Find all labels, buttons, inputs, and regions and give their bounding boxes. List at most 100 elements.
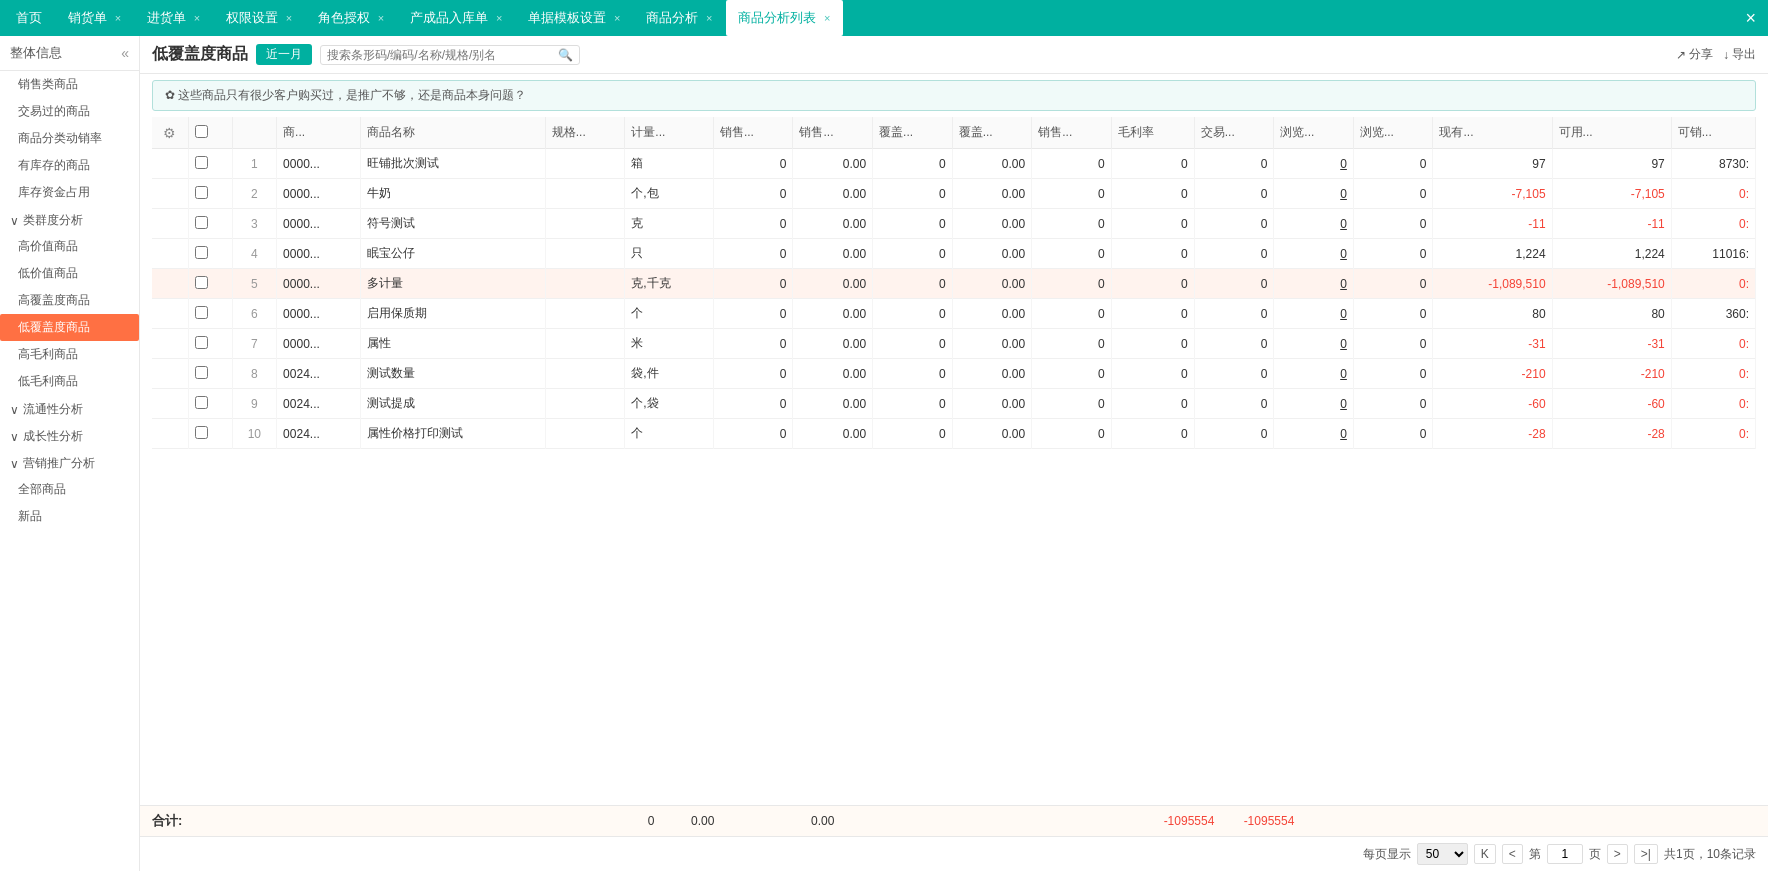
nav-permissions[interactable]: 权限设置 ×	[214, 0, 304, 36]
nav-purchase[interactable]: 进货单 ×	[135, 0, 212, 36]
export-button[interactable]: ↓ 导出	[1723, 46, 1756, 63]
per-page-select[interactable]: 20 50 100	[1417, 843, 1468, 865]
row-checkbox[interactable]	[195, 216, 208, 229]
row-settings	[152, 179, 188, 209]
settings-icon[interactable]: ⚙	[163, 125, 176, 141]
nav-analysis[interactable]: 商品分析 ×	[634, 0, 724, 36]
nav-analysis-list[interactable]: 商品分析列表 ×	[726, 0, 842, 36]
sidebar-item-high-margin[interactable]: 高毛利商品	[0, 341, 139, 368]
nav-sales-close[interactable]: ×	[115, 12, 121, 24]
row-checkbox[interactable]	[195, 276, 208, 289]
nav-sales[interactable]: 销货单 ×	[56, 0, 133, 36]
nav-template[interactable]: 单据模板设置 ×	[516, 0, 632, 36]
nav-warehouse[interactable]: 产成品入库单 ×	[398, 0, 514, 36]
row-b1[interactable]: 0	[1274, 179, 1354, 209]
sidebar-item-high-value[interactable]: 高价值商品	[0, 233, 139, 260]
row-b1[interactable]: 0	[1274, 299, 1354, 329]
total-s2: 0.00	[660, 814, 720, 828]
sidebar-item-low-margin[interactable]: 低毛利商品	[0, 368, 139, 395]
row-b1[interactable]: 0	[1274, 269, 1354, 299]
row-stock2: -1,089,510	[1552, 269, 1671, 299]
row-b1[interactable]: 0	[1274, 359, 1354, 389]
sidebar-item-traded-goods[interactable]: 交易过的商品	[0, 98, 139, 125]
table-row: 2 0000... 牛奶 个,包 0 0.00 0 0.00 0 0 0 0 0…	[152, 179, 1756, 209]
sidebar-item-new-goods[interactable]: 新品	[0, 503, 139, 530]
col-settings[interactable]: ⚙	[152, 117, 188, 149]
last-page-button[interactable]: >|	[1634, 844, 1658, 864]
row-b1[interactable]: 0	[1274, 149, 1354, 179]
row-c2: 0.00	[952, 209, 1032, 239]
row-code: 0000...	[277, 269, 361, 299]
liquidity-expand-icon: ∨	[10, 403, 19, 417]
per-page-label: 每页显示	[1363, 846, 1411, 863]
nav-ana-close[interactable]: ×	[706, 12, 712, 24]
sidebar-item-high-coverage[interactable]: 高覆盖度商品	[0, 287, 139, 314]
growth-expand-icon: ∨	[10, 430, 19, 444]
row-s1: 0	[713, 359, 793, 389]
window-close-button[interactable]: ×	[1737, 8, 1764, 29]
nav-analist-close[interactable]: ×	[824, 12, 830, 24]
row-checkbox[interactable]	[195, 306, 208, 319]
nav-role[interactable]: 角色授权 ×	[306, 0, 396, 36]
sidebar-section-liquidity[interactable]: ∨ 流通性分析	[0, 395, 139, 422]
share-label: 分享	[1689, 46, 1713, 63]
sidebar-item-low-coverage[interactable]: 低覆盖度商品	[0, 314, 139, 341]
col-sales2: 销售...	[793, 117, 873, 149]
nav-purchase-close[interactable]: ×	[194, 12, 200, 24]
row-spec	[545, 149, 625, 179]
row-saleable: 11016:	[1671, 239, 1755, 269]
share-button[interactable]: ↗ 分享	[1676, 46, 1713, 63]
row-gross: 0	[1111, 239, 1194, 269]
search-icon[interactable]: 🔍	[558, 48, 573, 62]
sidebar-item-all-goods[interactable]: 全部商品	[0, 476, 139, 503]
nav-tpl-close[interactable]: ×	[614, 12, 620, 24]
sidebar-section-cluster[interactable]: ∨ 类群度分析	[0, 206, 139, 233]
nav-wh-close[interactable]: ×	[496, 12, 502, 24]
row-b1[interactable]: 0	[1274, 239, 1354, 269]
col-gross: 毛利率	[1111, 117, 1194, 149]
nav-home[interactable]: 首页	[4, 0, 54, 36]
page-number-input[interactable]	[1547, 844, 1583, 864]
row-checkbox[interactable]	[195, 366, 208, 379]
row-s1: 0	[713, 209, 793, 239]
row-b1[interactable]: 0	[1274, 419, 1354, 449]
next-page-button[interactable]: >	[1607, 844, 1628, 864]
row-spec	[545, 359, 625, 389]
row-checkbox[interactable]	[195, 426, 208, 439]
sidebar-section-marketing[interactable]: ∨ 营销推广分析	[0, 449, 139, 476]
sidebar-section-growth[interactable]: ∨ 成长性分析	[0, 422, 139, 449]
table-container[interactable]: ⚙ 商... 商品名称 规格... 计量... 销售... 销售... 覆盖..…	[140, 117, 1768, 805]
row-checkbox[interactable]	[195, 186, 208, 199]
search-input[interactable]	[327, 48, 554, 62]
select-all-checkbox[interactable]	[195, 125, 208, 138]
row-b1[interactable]: 0	[1274, 209, 1354, 239]
row-checkbox[interactable]	[195, 396, 208, 409]
sidebar-item-category-rate[interactable]: 商品分类动销率	[0, 125, 139, 152]
row-checkbox[interactable]	[195, 246, 208, 259]
row-s3: 0	[1032, 389, 1112, 419]
sidebar-item-stock-capital[interactable]: 库存资金占用	[0, 179, 139, 206]
row-settings	[152, 209, 188, 239]
col-browse2: 浏览...	[1353, 117, 1433, 149]
row-unit: 只	[625, 239, 714, 269]
row-stock2: -7,105	[1552, 179, 1671, 209]
sidebar-item-stocked-goods[interactable]: 有库存的商品	[0, 152, 139, 179]
sidebar-collapse-button[interactable]: «	[121, 45, 129, 61]
row-s3: 0	[1032, 329, 1112, 359]
row-saleable: 0:	[1671, 389, 1755, 419]
row-b2: 0	[1353, 359, 1433, 389]
row-b1[interactable]: 0	[1274, 389, 1354, 419]
period-button[interactable]: 近一月	[256, 44, 312, 65]
row-checkbox[interactable]	[195, 156, 208, 169]
total-s1: 0	[600, 814, 660, 828]
row-checkbox[interactable]	[195, 336, 208, 349]
nav-role-close[interactable]: ×	[378, 12, 384, 24]
row-b1[interactable]: 0	[1274, 329, 1354, 359]
row-unit: 个,包	[625, 179, 714, 209]
nav-perm-close[interactable]: ×	[286, 12, 292, 24]
prev-page-button[interactable]: <	[1502, 844, 1523, 864]
sidebar-item-sales-goods[interactable]: 销售类商品	[0, 71, 139, 98]
sidebar-item-low-value[interactable]: 低价值商品	[0, 260, 139, 287]
col-checkbox[interactable]	[188, 117, 232, 149]
first-page-button[interactable]: K	[1474, 844, 1496, 864]
